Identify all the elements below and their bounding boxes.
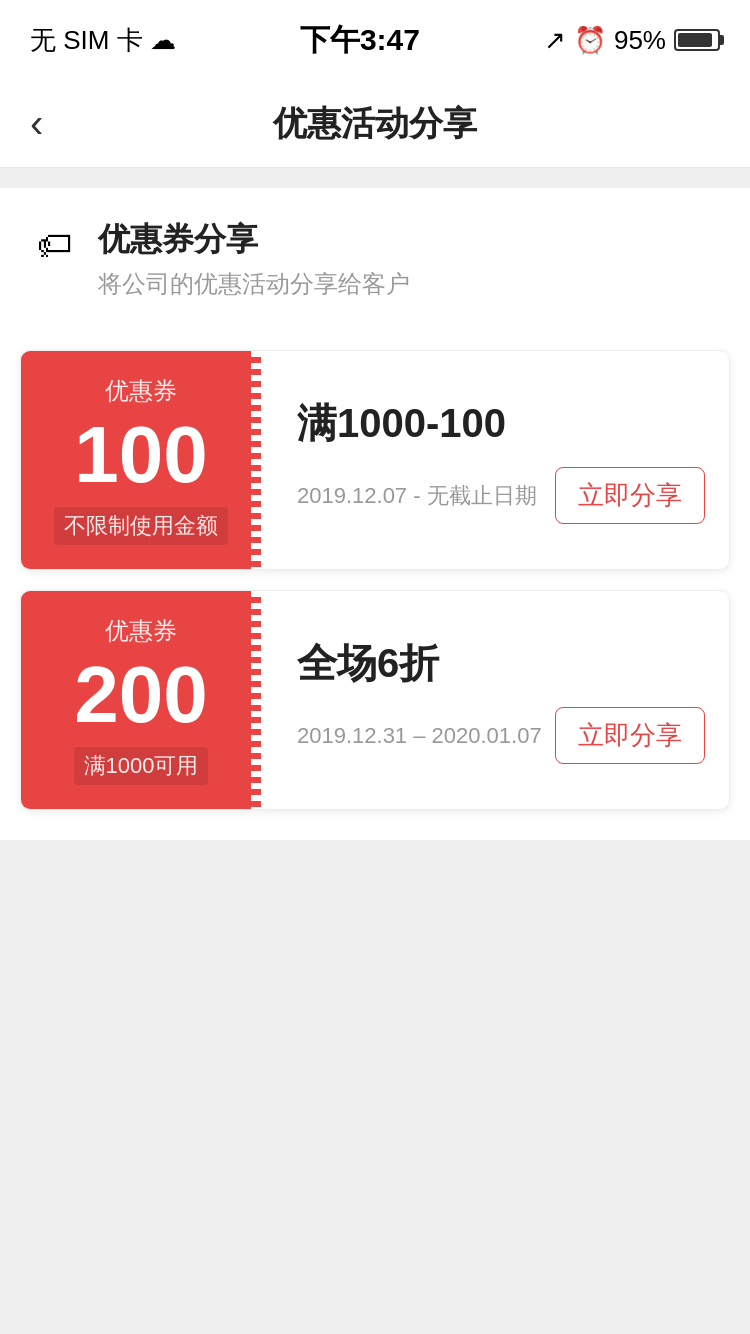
section-subtitle: 将公司的优惠活动分享给客户 bbox=[98, 268, 410, 300]
coupon-meta-1: 2019.12.07 - 无截止日期 立即分享 bbox=[297, 467, 705, 524]
bottom-area bbox=[0, 840, 750, 1334]
status-bar: 无 SIM 卡 ☁ 下午3:47 ↗ ⏰ 95% bbox=[0, 0, 750, 80]
coupon-right-2: 全场6折 2019.12.31 – 2020.01.07 立即分享 bbox=[261, 591, 729, 809]
coupon-label-2: 优惠券 bbox=[105, 615, 177, 647]
coupon-amount-1: 100 bbox=[74, 415, 207, 495]
coupon-date-2: 2019.12.31 – 2020.01.07 bbox=[297, 723, 543, 749]
coupon-name-2: 全场6折 bbox=[297, 636, 705, 691]
coupon-condition-1: 不限制使用金额 bbox=[54, 507, 228, 545]
status-time: 下午3:47 bbox=[300, 20, 420, 61]
battery-percent: 95% bbox=[614, 25, 666, 56]
battery-icon bbox=[674, 29, 720, 51]
share-button-1[interactable]: 立即分享 bbox=[555, 467, 705, 524]
section-text-block: 优惠券分享 将公司的优惠活动分享给客户 bbox=[98, 218, 410, 300]
sim-text: 无 SIM 卡 ☁ bbox=[30, 23, 176, 58]
coupon-item-2: 优惠券 200 满1000可用 全场6折 2019.12.31 – 2020.0… bbox=[20, 590, 730, 810]
back-button[interactable]: ‹ bbox=[30, 101, 43, 146]
coupon-item-1: 优惠券 100 不限制使用金额 满1000-100 2019.12.07 - 无… bbox=[20, 350, 730, 570]
coupon-left-1: 优惠券 100 不限制使用金额 bbox=[21, 351, 261, 569]
coupon-amount-2: 200 bbox=[74, 655, 207, 735]
section-icon: 🏷 bbox=[30, 220, 80, 270]
coupon-date-1: 2019.12.07 - 无截止日期 bbox=[297, 481, 543, 511]
coupon-right-1: 满1000-100 2019.12.07 - 无截止日期 立即分享 bbox=[261, 351, 729, 569]
coupon-name-1: 满1000-100 bbox=[297, 396, 705, 451]
nav-title: 优惠活动分享 bbox=[273, 101, 477, 147]
back-icon: ‹ bbox=[30, 101, 43, 146]
section-gap-top bbox=[0, 168, 750, 188]
coupon-condition-2: 满1000可用 bbox=[74, 747, 209, 785]
status-left: 无 SIM 卡 ☁ bbox=[30, 23, 176, 58]
coupon-label-1: 优惠券 bbox=[105, 375, 177, 407]
coupon-left-2: 优惠券 200 满1000可用 bbox=[21, 591, 261, 809]
nav-bar: ‹ 优惠活动分享 bbox=[0, 80, 750, 168]
share-button-2[interactable]: 立即分享 bbox=[555, 707, 705, 764]
section-header: 🏷 优惠券分享 将公司的优惠活动分享给客户 bbox=[0, 188, 750, 320]
section-title: 优惠券分享 bbox=[98, 218, 410, 262]
coupon-list: 优惠券 100 不限制使用金额 满1000-100 2019.12.07 - 无… bbox=[0, 320, 750, 840]
status-right: ↗ ⏰ 95% bbox=[544, 25, 720, 56]
location-icon: ↗ bbox=[544, 25, 566, 56]
alarm-icon: ⏰ bbox=[574, 25, 606, 56]
coupon-meta-2: 2019.12.31 – 2020.01.07 立即分享 bbox=[297, 707, 705, 764]
